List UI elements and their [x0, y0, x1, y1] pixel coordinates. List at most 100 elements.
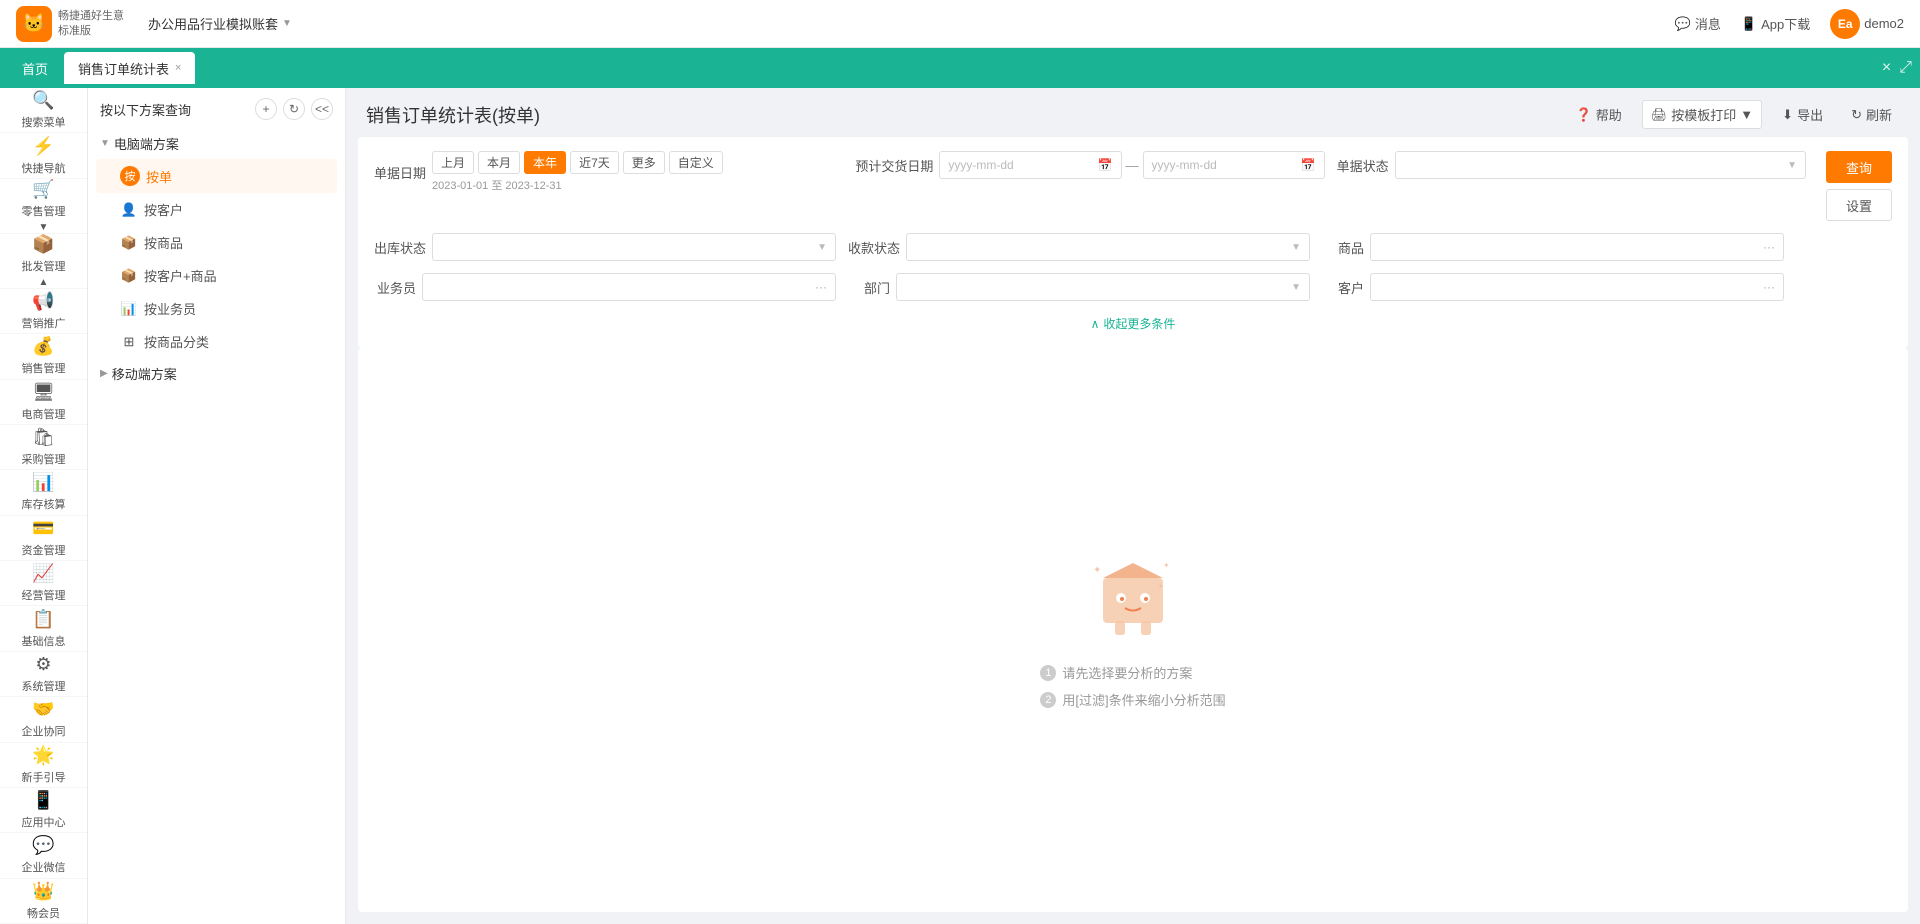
expected-date-to[interactable]: yyyy-mm-dd 📅 — [1143, 151, 1325, 179]
sys-icon: ⚙ — [35, 654, 51, 675]
ops-icon: 📈 — [32, 563, 54, 584]
sidebar-item-new-guide[interactable]: 🌟 新手引导 — [0, 743, 87, 788]
add-scheme-button[interactable]: + — [255, 98, 277, 120]
avatar: Ea — [1830, 9, 1860, 39]
ecom-icon: 🖥 — [32, 382, 55, 403]
user-menu-button[interactable]: Ea demo2 — [1830, 9, 1904, 39]
salesperson-dots[interactable]: ··· — [815, 280, 827, 294]
this-month-btn[interactable]: 本月 — [478, 151, 520, 174]
product-dots[interactable]: ··· — [1763, 240, 1775, 254]
collapse-icon: ∧ — [1091, 317, 1100, 331]
svg-text:✦: ✦ — [1163, 561, 1170, 570]
sidebar-finance-label: 资金管理 — [22, 542, 66, 558]
sidebar-item-app-center[interactable]: 📱 应用中心 — [0, 788, 87, 833]
salesperson-select[interactable]: ··· — [422, 273, 836, 301]
sidebar-item-sales-mgmt[interactable]: 💰 销售管理 — [0, 334, 87, 379]
breadcrumb[interactable]: 办公用品行业模拟账套 ▼ — [148, 14, 292, 33]
this-year-btn[interactable]: 本年 — [524, 151, 566, 174]
customer-dots[interactable]: ··· — [1763, 280, 1775, 294]
sidebar-item-retail-mgmt[interactable]: 🛒 零售管理 ▼ — [0, 179, 87, 234]
hint-num-2: 2 — [1040, 692, 1056, 708]
logo-icon: 🐱 — [16, 6, 52, 42]
help-button[interactable]: ❓ 帮助 — [1568, 101, 1630, 128]
last-7-days-btn[interactable]: 近7天 — [570, 151, 619, 174]
message-button[interactable]: 💬 消息 — [1675, 14, 1721, 33]
sidebar-wholesale-label: 批发管理 — [22, 258, 66, 274]
customer-select[interactable]: ··· — [1370, 273, 1784, 301]
by-customer-product-label: 按客户+商品 — [144, 266, 217, 285]
scheme-item-by-product-cat[interactable]: ⊞ 按商品分类 — [96, 325, 337, 358]
sidebar-item-vip-member[interactable]: 👑 畅会员 — [0, 879, 87, 924]
sidebar-item-search-menu[interactable]: 🔍 搜索菜单 — [0, 88, 87, 133]
refresh-scheme-button[interactable]: ↻ — [283, 98, 305, 120]
scheme-group-mobile-header[interactable]: ▶ 移动端方案 — [96, 358, 337, 389]
sidebar-item-finance-mgmt[interactable]: 💳 资金管理 — [0, 516, 87, 561]
sidebar-item-basic-info[interactable]: 📋 基础信息 — [0, 606, 87, 651]
single-date-label: 单据日期 — [374, 163, 426, 182]
tab-window-buttons: × ⤢ — [1882, 59, 1912, 77]
empty-hint-1: 1 请先选择要分析的方案 — [1040, 663, 1225, 682]
scheme-item-by-customer[interactable]: 👤 按客户 — [96, 193, 337, 226]
query-button[interactable]: 查询 — [1826, 151, 1892, 183]
refresh-icon: ↻ — [1851, 107, 1862, 123]
sidebar-item-ops-mgmt[interactable]: 📈 经营管理 — [0, 561, 87, 606]
status-select[interactable]: ▼ — [1395, 151, 1806, 179]
sidebar-item-wholesale-mgmt[interactable]: 📦 批发管理 ▲ — [0, 234, 87, 289]
out-status-group: 出库状态 ▼ — [374, 233, 836, 261]
receipt-status-select[interactable]: ▼ — [906, 233, 1310, 261]
tab-close-icon[interactable]: × — [175, 62, 181, 74]
sidebar-item-ecom-mgmt[interactable]: 🖥 电商管理 — [0, 380, 87, 425]
scheme-group-desktop: ▼ 电脑端方案 按 按单 👤 按客户 📦 按商品 📦 按客户+商品 — [88, 128, 345, 358]
sidebar-marketing-label: 营销推广 — [22, 315, 66, 331]
print-button[interactable]: 🖨 按模板打印 ▼ — [1642, 100, 1762, 129]
department-select[interactable]: ▼ — [896, 273, 1310, 301]
hint-num-1: 1 — [1040, 665, 1056, 681]
scheme-item-by-salesperson[interactable]: 📊 按业务员 — [96, 292, 337, 325]
sidebar-item-marketing[interactable]: 📢 营销推广 — [0, 289, 87, 334]
app-download-button[interactable]: 📱 App下载 — [1741, 14, 1810, 33]
export-button[interactable]: ⬇ 导出 — [1774, 101, 1831, 128]
expected-date-from[interactable]: yyyy-mm-dd 📅 — [939, 151, 1121, 179]
last-month-btn[interactable]: 上月 — [432, 151, 474, 174]
sidebar-item-corp-coop[interactable]: 🤝 企业协同 — [0, 697, 87, 742]
scheme-item-by-order[interactable]: 按 按单 — [96, 159, 337, 193]
sidebar-item-inventory[interactable]: 📊 库存核算 — [0, 470, 87, 515]
setting-button[interactable]: 设置 — [1826, 189, 1892, 221]
sidebar-item-quick-nav[interactable]: ⚡ 快捷导航 — [0, 133, 87, 178]
more-btn[interactable]: 更多 — [623, 151, 665, 174]
svg-text:✦: ✦ — [1158, 583, 1163, 590]
inventory-icon: 📊 — [32, 472, 54, 493]
retail-arrow-icon: ▼ — [39, 222, 49, 233]
scheme-item-by-product[interactable]: 📦 按商品 — [96, 226, 337, 259]
by-customer-label: 按客户 — [144, 200, 183, 219]
date-range-display: 2023-01-01 至 2023-12-31 — [432, 177, 843, 193]
product-select[interactable]: ··· — [1370, 233, 1784, 261]
collapse-label: 收起更多条件 — [1103, 315, 1175, 332]
custom-btn[interactable]: 自定义 — [669, 151, 723, 174]
sidebar-app-center-label: 应用中心 — [22, 814, 66, 830]
tab-home[interactable]: 首页 — [8, 52, 62, 84]
tab-home-label: 首页 — [22, 59, 48, 78]
page-container: 按以下方案查询 + ↻ << ▼ 电脑端方案 — [88, 88, 1920, 924]
sidebar-item-purchase-mgmt[interactable]: 🛍 采购管理 — [0, 425, 87, 470]
sidebar-item-sys-mgmt[interactable]: ⚙ 系统管理 — [0, 652, 87, 697]
window-maximize-button[interactable]: ⤢ — [1899, 59, 1912, 77]
out-status-select[interactable]: ▼ — [432, 233, 836, 261]
collapse-hint[interactable]: ∧ 收起更多条件 — [374, 307, 1892, 340]
collapse-panel-button[interactable]: << — [311, 98, 333, 120]
window-close-button[interactable]: × — [1882, 59, 1891, 77]
expected-date-label: 预计交货日期 — [855, 156, 933, 175]
status-label: 单据状态 — [1337, 156, 1389, 175]
sidebar-item-corp-wechat[interactable]: 💬 企业微信 — [0, 833, 87, 878]
refresh-button[interactable]: ↻ 刷新 — [1843, 101, 1900, 128]
finance-icon: 💳 — [32, 518, 54, 539]
logo-text: 畅捷通好生意 标准版 — [58, 9, 124, 38]
scheme-group-desktop-header[interactable]: ▼ 电脑端方案 — [96, 128, 337, 159]
username-label: demo2 — [1864, 16, 1904, 31]
tab-sales-stats[interactable]: 销售订单统计表 × — [64, 52, 195, 84]
expected-date-group: 预计交货日期 yyyy-mm-dd 📅 — yyyy-mm-dd 📅 — [855, 151, 1324, 179]
breadcrumb-text: 办公用品行业模拟账套 — [148, 14, 278, 33]
status-arrow-icon: ▼ — [1787, 160, 1797, 171]
dept-arrow-icon: ▼ — [1291, 282, 1301, 293]
scheme-item-by-customer-product[interactable]: 📦 按客户+商品 — [96, 259, 337, 292]
